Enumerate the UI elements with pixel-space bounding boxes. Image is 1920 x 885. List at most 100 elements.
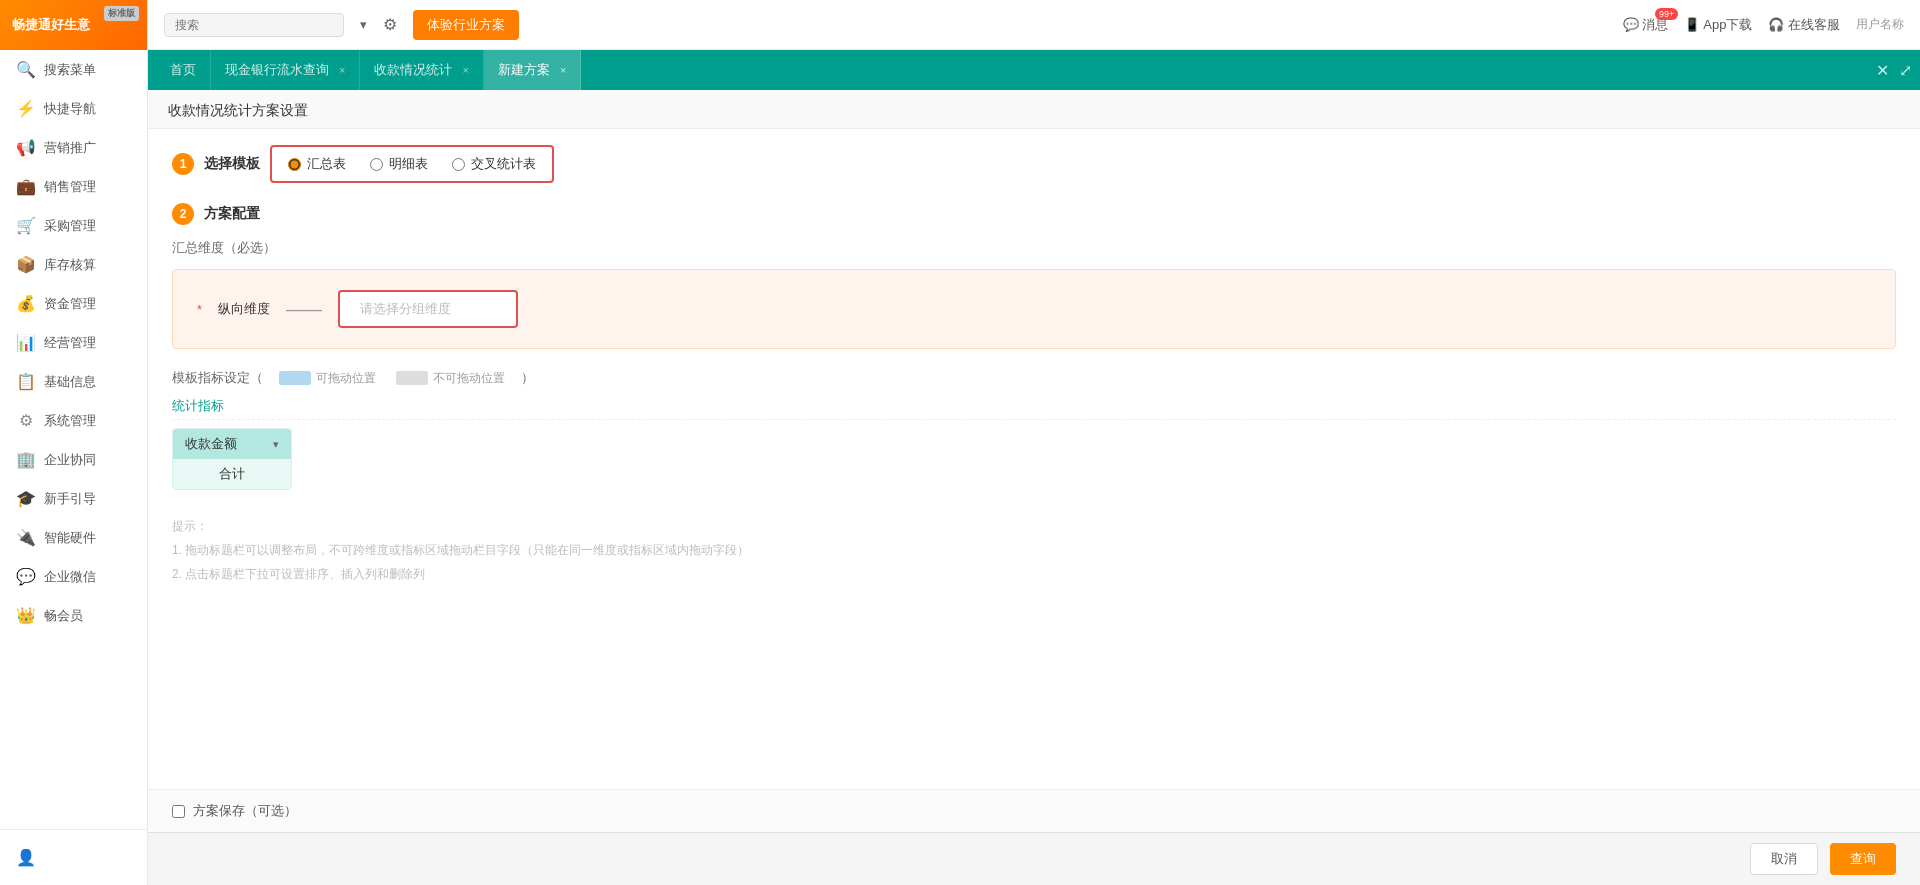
fixed-label: 不可拖动位置 <box>433 370 505 387</box>
dimension-section-label: 汇总维度（必选） <box>172 239 1896 257</box>
topbar-gear-icon[interactable]: ⚙ <box>383 15 397 34</box>
search-input[interactable] <box>164 13 344 37</box>
tab-label-0: 首页 <box>170 61 196 79</box>
page: 收款情况统计方案设置 1 选择模板 汇总表 <box>148 90 1920 832</box>
app-download-btn[interactable]: 📱 App下载 <box>1684 16 1752 34</box>
save-checkbox[interactable] <box>172 805 185 818</box>
radio-detail-label: 明细表 <box>389 155 428 173</box>
cancel-button[interactable]: 取消 <box>1750 843 1818 875</box>
version-badge: 标准版 <box>104 6 139 21</box>
radio-cross[interactable]: 交叉统计表 <box>452 155 536 173</box>
radio-detail-input[interactable] <box>370 158 383 171</box>
sidebar-item-bottom1[interactable]: 👤 <box>0 838 147 877</box>
user-name: 用户名称 <box>1856 16 1904 33</box>
sidebar-item-6[interactable]: 💰 资金管理 <box>0 284 147 323</box>
step2-title: 方案配置 <box>204 205 260 223</box>
sidebar-menu: 🔍搜索菜单⚡快捷导航📢营销推广💼销售管理🛒采购管理📦库存核算 💰 资金管理 📊经营管理… <box>0 50 147 635</box>
tab-expand-icon[interactable]: ⤢ <box>1899 61 1912 80</box>
fixed-color-dot <box>396 371 428 385</box>
step1-title: 选择模板 <box>204 155 260 173</box>
sidebar-item-13[interactable]: 💬企业微信 <box>0 557 147 596</box>
industry-btn[interactable]: 体验行业方案 <box>413 10 519 40</box>
bottom-icon1: 👤 <box>16 848 36 867</box>
message-badge: 99+ <box>1655 8 1678 20</box>
sidebar-item-4[interactable]: 🛒采购管理 <box>0 206 147 245</box>
template-radio-group: 汇总表 明细表 交叉统计表 <box>270 145 554 183</box>
movable-legend: 可拖动位置 <box>279 370 376 387</box>
save-label: 方案保存（可选） <box>193 802 297 820</box>
sidebar-icon-7: 📊 <box>16 333 36 352</box>
sidebar-item-0[interactable]: 🔍搜索菜单 <box>0 50 147 89</box>
sidebar-item-11[interactable]: 🎓 新手引导 <box>0 479 147 518</box>
online-service-btn[interactable]: 🎧 在线客服 <box>1768 16 1840 34</box>
sidebar-icon-6: 💰 <box>16 294 36 313</box>
sidebar-label-12: 智能硬件 <box>44 529 96 547</box>
sidebar-label-5: 库存核算 <box>44 256 96 274</box>
sidebar: 畅捷通好生意 标准版 🔍搜索菜单⚡快捷导航📢营销推广💼销售管理🛒采购管理📦库存核… <box>0 0 148 885</box>
query-button[interactable]: 查询 <box>1830 843 1896 875</box>
sidebar-icon-0: 🔍 <box>16 60 36 79</box>
movable-label: 可拖动位置 <box>316 370 376 387</box>
step1-header: 1 选择模板 汇总表 明细表 <box>172 145 1896 183</box>
topbar-dropdown[interactable]: ▾ <box>360 17 367 32</box>
breadcrumb: 收款情况统计方案设置 <box>168 102 308 118</box>
sidebar-label-11: 新手引导 <box>44 490 96 508</box>
sidebar-item-7[interactable]: 📊经营管理 <box>0 323 147 362</box>
dimension-area: * 纵向维度 —— 请选择分组维度 <box>172 269 1896 349</box>
step2-num: 2 <box>172 203 194 225</box>
tab-0[interactable]: 首页 <box>156 50 211 90</box>
tip1: 1. 拖动标题栏可以调整布局，不可跨维度或指标区域拖动栏目字段（只能在同一维度或… <box>172 538 1896 562</box>
message-btn[interactable]: 💬 消息 99+ <box>1623 16 1669 34</box>
indicator-setting-label: 模板指标设定（ <box>172 369 263 387</box>
tips-heading: 提示： <box>172 519 208 533</box>
message-icon: 💬 <box>1623 17 1639 32</box>
sidebar-icon-9: ⚙ <box>16 411 36 430</box>
sidebar-item-14[interactable]: 👑畅会员 <box>0 596 147 635</box>
sidebar-label-1: 快捷导航 <box>44 100 96 118</box>
tab-2[interactable]: 收款情况统计× <box>360 50 483 90</box>
content-area: 收款情况统计方案设置 1 选择模板 汇总表 <box>148 90 1920 832</box>
tip2: 2. 点击标题栏下拉可设置排序、插入列和删除列 <box>172 562 1896 586</box>
dimension-select[interactable]: 请选择分组维度 <box>338 290 518 328</box>
tab-3[interactable]: 新建方案× <box>484 50 581 90</box>
sidebar-icon-4: 🛒 <box>16 216 36 235</box>
dimension-arrow: —— <box>286 299 322 320</box>
step1-section: 1 选择模板 汇总表 明细表 <box>172 145 1896 183</box>
sidebar-item-1[interactable]: ⚡快捷导航 <box>0 89 147 128</box>
app-download-icon: 📱 <box>1684 17 1700 32</box>
tips-title: 提示： <box>172 514 1896 538</box>
sidebar-item-9[interactable]: ⚙ 系统管理 <box>0 401 147 440</box>
movable-color-dot <box>279 371 311 385</box>
dimension-row: * 纵向维度 —— 请选择分组维度 <box>197 290 1871 328</box>
footer-bar: 取消 查询 <box>148 832 1920 885</box>
indicator-cell-body: 合计 <box>173 459 291 489</box>
sidebar-item-2[interactable]: 📢营销推广 <box>0 128 147 167</box>
tab-close-icon[interactable]: ✕ <box>1876 61 1889 80</box>
close-paren: ） <box>521 369 534 387</box>
tab-1[interactable]: 现金银行流水查询 × <box>211 50 360 90</box>
service-icon: 🎧 <box>1768 17 1784 32</box>
radio-summary-input[interactable] <box>288 158 301 171</box>
radio-cross-input[interactable] <box>452 158 465 171</box>
indicator-chevron-icon[interactable]: ▾ <box>273 438 279 451</box>
tab-close-1[interactable]: × <box>339 64 345 76</box>
sidebar-icon-11: 🎓 <box>16 489 36 508</box>
sidebar-item-12[interactable]: 🔌智能硬件 <box>0 518 147 557</box>
sidebar-label-13: 企业微信 <box>44 568 96 586</box>
sidebar-item-8[interactable]: 📋基础信息 <box>0 362 147 401</box>
indicator-cell-header[interactable]: 收款金额 ▾ <box>173 429 291 459</box>
radio-detail[interactable]: 明细表 <box>370 155 428 173</box>
sidebar-label-2: 营销推广 <box>44 139 96 157</box>
radio-summary[interactable]: 汇总表 <box>288 155 346 173</box>
tab-close-2[interactable]: × <box>462 64 468 76</box>
fixed-legend: 不可拖动位置 <box>396 370 505 387</box>
save-section: 方案保存（可选） <box>148 789 1920 832</box>
tab-label-1: 现金银行流水查询 <box>225 61 329 79</box>
sidebar-item-10[interactable]: 🏢企业协同 <box>0 440 147 479</box>
sidebar-item-5[interactable]: 📦库存核算 <box>0 245 147 284</box>
tabbar-right: ✕ ⤢ <box>1876 61 1912 80</box>
sidebar-label-9: 系统管理 <box>44 412 96 430</box>
tab-close-3[interactable]: × <box>560 64 566 76</box>
sidebar-item-3[interactable]: 💼销售管理 <box>0 167 147 206</box>
sidebar-label-6: 资金管理 <box>44 295 96 313</box>
